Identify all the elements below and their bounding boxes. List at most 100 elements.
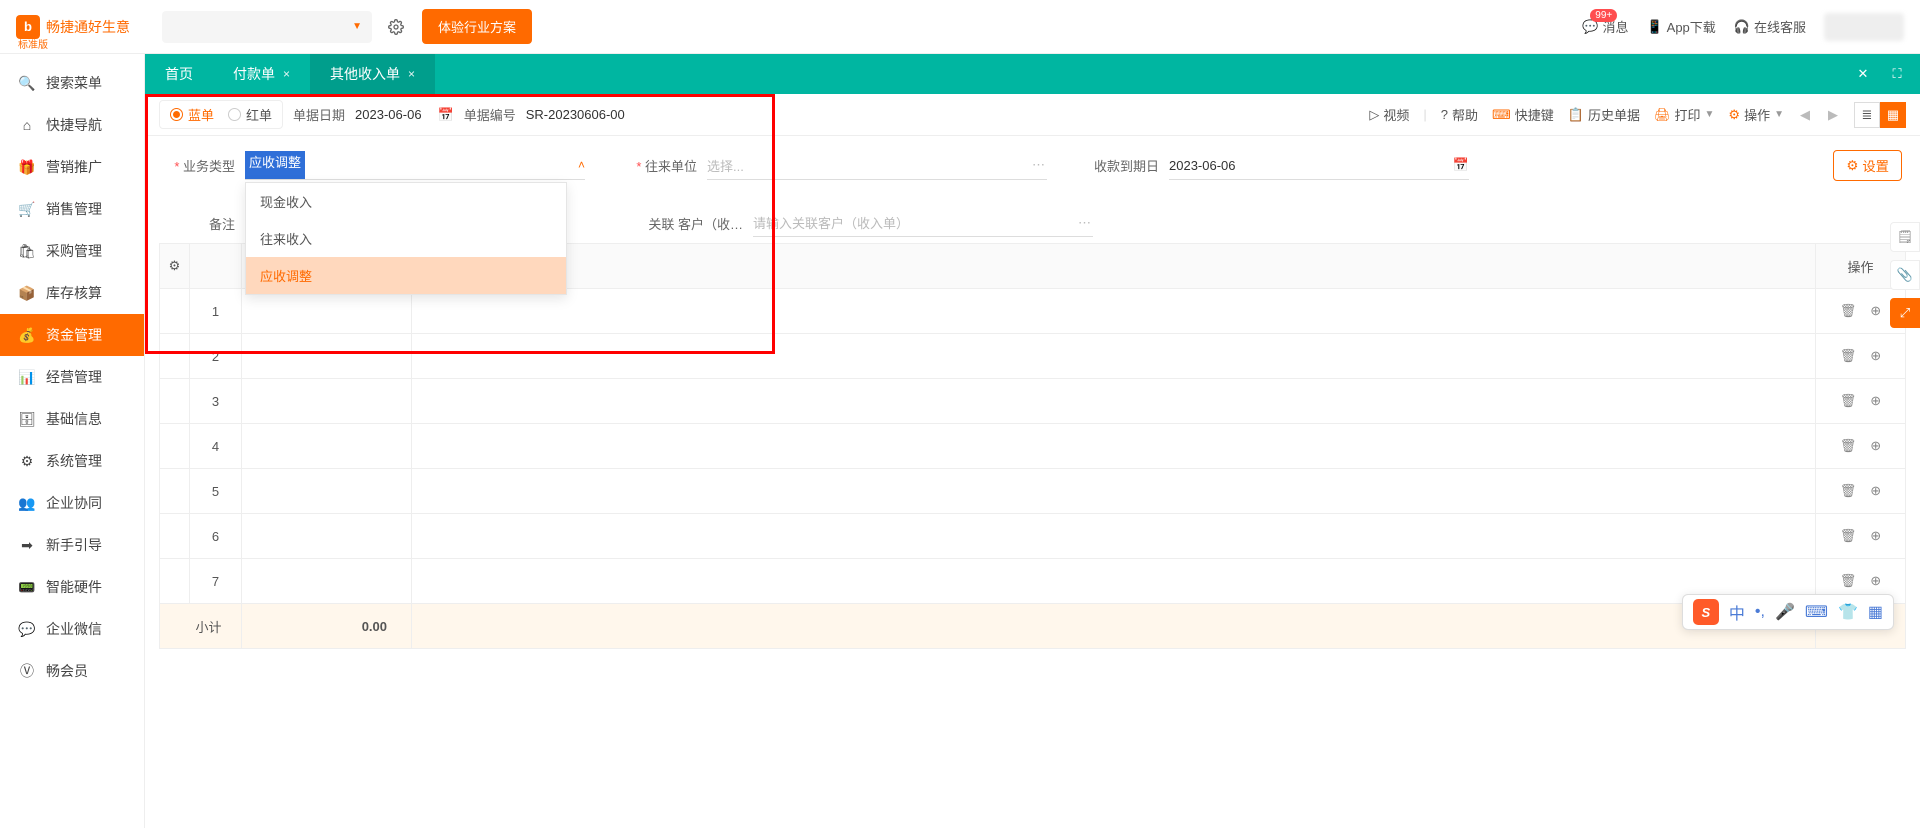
related-customer-input[interactable]: 请输入关联客户（收入单） ⋯ bbox=[753, 209, 1093, 237]
sidebar-item-14[interactable]: Ⓥ畅会员 bbox=[0, 650, 144, 692]
add-icon[interactable]: ⊕ bbox=[1870, 303, 1881, 319]
blue-bill-radio[interactable]: 蓝单 bbox=[170, 105, 214, 124]
add-icon[interactable]: ⊕ bbox=[1870, 528, 1881, 544]
shortcut-link[interactable]: ⌨快捷键 bbox=[1492, 105, 1554, 124]
ime-keyboard-icon[interactable]: ⌨ bbox=[1805, 602, 1828, 622]
biz-type-value: 应收调整 bbox=[245, 151, 305, 179]
settings-icon[interactable] bbox=[382, 13, 410, 41]
ime-skin-icon[interactable]: 👕 bbox=[1838, 602, 1858, 622]
ime-lang[interactable]: 中 bbox=[1729, 600, 1745, 624]
help-link[interactable]: ?帮助 bbox=[1441, 105, 1478, 124]
tenant-selector[interactable]: ▼ bbox=[162, 11, 372, 43]
delete-icon[interactable]: 🗑 bbox=[1840, 348, 1857, 364]
more-icon[interactable]: ⋯ bbox=[1078, 215, 1093, 231]
calendar-icon[interactable]: 📅 bbox=[1453, 157, 1469, 173]
delete-icon[interactable]: 🗑 bbox=[1840, 528, 1857, 544]
sidebar-item-9[interactable]: ⚙系统管理 bbox=[0, 440, 144, 482]
tab-0[interactable]: 首页 bbox=[145, 54, 213, 94]
delete-icon[interactable]: 🗑 bbox=[1840, 438, 1857, 454]
view-list-toggle[interactable]: ≣ bbox=[1854, 102, 1880, 128]
settings-button[interactable]: ⚙ 设置 bbox=[1833, 150, 1902, 181]
ime-grid-icon[interactable]: ▦ bbox=[1868, 602, 1883, 622]
rail-note-icon[interactable]: 🗒 bbox=[1890, 222, 1920, 252]
table-row[interactable]: 3🗑⊕ bbox=[160, 379, 1906, 424]
due-date-input[interactable]: 2023-06-06 📅 bbox=[1169, 152, 1469, 180]
sidebar-item-8[interactable]: 🗄基础信息 bbox=[0, 398, 144, 440]
sidebar-item-2[interactable]: 🎁营销推广 bbox=[0, 146, 144, 188]
delete-icon[interactable]: 🗑 bbox=[1840, 573, 1857, 589]
rail-expand-icon[interactable]: ⤢ bbox=[1890, 298, 1920, 328]
sidebar-item-11[interactable]: ➡新手引导 bbox=[0, 524, 144, 566]
app-download-link[interactable]: 📱 App下载 bbox=[1646, 17, 1715, 36]
sidebar-item-1[interactable]: ⌂快捷导航 bbox=[0, 104, 144, 146]
biz-type-dropdown: 现金收入往来收入应收调整 bbox=[245, 182, 567, 295]
view-card-toggle[interactable]: ▦ bbox=[1880, 102, 1906, 128]
sidebar-item-4[interactable]: 🛍采购管理 bbox=[0, 230, 144, 272]
sidebar-item-12[interactable]: 📟智能硬件 bbox=[0, 566, 144, 608]
table-row[interactable]: 4🗑⊕ bbox=[160, 424, 1906, 469]
table-row[interactable]: 6🗑⊕ bbox=[160, 514, 1906, 559]
bill-no-value: SR-20230606-00 bbox=[526, 107, 625, 122]
sidebar-item-6[interactable]: 💰资金管理 bbox=[0, 314, 144, 356]
history-link[interactable]: 📋历史单据 bbox=[1568, 105, 1640, 124]
add-icon[interactable]: ⊕ bbox=[1870, 483, 1881, 499]
chart-icon: 📊 bbox=[18, 368, 36, 386]
ime-punct-icon[interactable]: •, bbox=[1755, 603, 1765, 621]
ime-mic-icon[interactable]: 🎤 bbox=[1775, 602, 1795, 622]
trial-button[interactable]: 体验行业方案 bbox=[422, 9, 532, 44]
red-bill-radio[interactable]: 红单 bbox=[228, 105, 272, 124]
table-config-header[interactable]: ⚙ bbox=[160, 244, 190, 289]
table-row[interactable]: 1🗑⊕ bbox=[160, 289, 1906, 334]
delete-icon[interactable]: 🗑 bbox=[1840, 303, 1857, 319]
sidebar-item-5[interactable]: 📦库存核算 bbox=[0, 272, 144, 314]
add-icon[interactable]: ⊕ bbox=[1870, 348, 1881, 364]
sidebar-item-13[interactable]: 💬企业微信 bbox=[0, 608, 144, 650]
sidebar-item-0[interactable]: 🔍搜索菜单 bbox=[0, 62, 144, 104]
delete-icon[interactable]: 🗑 bbox=[1840, 393, 1857, 409]
table-blank-header bbox=[412, 244, 1816, 289]
rail-clip-icon[interactable]: 📎 bbox=[1890, 260, 1920, 290]
table-row[interactable]: 5🗑⊕ bbox=[160, 469, 1906, 514]
tab-close-all-icon[interactable]: ✕ bbox=[1852, 66, 1874, 82]
tab-1[interactable]: 付款单× bbox=[213, 54, 310, 94]
delete-icon[interactable]: 🗑 bbox=[1840, 483, 1857, 499]
print-link[interactable]: 🖨打印▼ bbox=[1654, 105, 1714, 124]
add-icon[interactable]: ⊕ bbox=[1870, 393, 1881, 409]
more-icon[interactable]: ⋯ bbox=[1032, 157, 1047, 173]
hw-icon: 📟 bbox=[18, 578, 36, 596]
biz-type-option-2[interactable]: 应收调整 bbox=[246, 257, 566, 294]
add-icon[interactable]: ⊕ bbox=[1870, 438, 1881, 454]
sidebar-item-7[interactable]: 📊经营管理 bbox=[0, 356, 144, 398]
keyboard-icon: ⌨ bbox=[1492, 107, 1511, 123]
table-row[interactable]: 7🗑⊕ bbox=[160, 559, 1906, 604]
close-icon[interactable]: × bbox=[408, 67, 415, 81]
gift-icon: 🎁 bbox=[18, 158, 36, 176]
table-row[interactable]: 2🗑⊕ bbox=[160, 334, 1906, 379]
ime-logo-icon: S bbox=[1693, 599, 1719, 625]
tab-expand-icon[interactable]: ⛶ bbox=[1886, 66, 1908, 82]
bill-date-label: 单据日期 bbox=[293, 105, 345, 124]
sidebar-item-3[interactable]: 🛒销售管理 bbox=[0, 188, 144, 230]
video-link[interactable]: ▷视频 bbox=[1369, 105, 1409, 124]
biz-type-option-0[interactable]: 现金收入 bbox=[246, 183, 566, 220]
close-icon[interactable]: × bbox=[283, 67, 290, 81]
next-bill-icon[interactable]: ▶ bbox=[1826, 107, 1840, 123]
biz-type-select[interactable]: 应收调整 ˄ 现金收入往来收入应收调整 bbox=[245, 152, 585, 180]
prev-bill-icon[interactable]: ◀ bbox=[1798, 107, 1812, 123]
bill-date-value[interactable]: 2023-06-06 bbox=[355, 107, 422, 122]
message-badge: 99+ bbox=[1590, 9, 1617, 22]
sidebar-item-10[interactable]: 👥企业协同 bbox=[0, 482, 144, 524]
guide-icon: ➡ bbox=[18, 536, 36, 554]
messages-link[interactable]: 💬 消息 99+ bbox=[1582, 17, 1628, 36]
add-icon[interactable]: ⊕ bbox=[1870, 573, 1881, 589]
unit-select[interactable]: 选择... ⋯ bbox=[707, 152, 1047, 180]
online-service-link[interactable]: 🎧 在线客服 bbox=[1734, 17, 1806, 36]
brand-icon: b bbox=[16, 15, 40, 39]
calendar-icon[interactable]: 📅 bbox=[438, 107, 454, 123]
tab-2[interactable]: 其他收入单× bbox=[310, 54, 435, 94]
box-icon: 📦 bbox=[18, 284, 36, 302]
ime-bfloating-bar[interactable]: S 中 •, 🎤 ⌨ 👕 ▦ bbox=[1682, 594, 1894, 630]
biz-type-option-1[interactable]: 往来收入 bbox=[246, 220, 566, 257]
user-avatar[interactable] bbox=[1824, 13, 1904, 41]
operate-link[interactable]: ⚙操作▼ bbox=[1728, 105, 1784, 124]
